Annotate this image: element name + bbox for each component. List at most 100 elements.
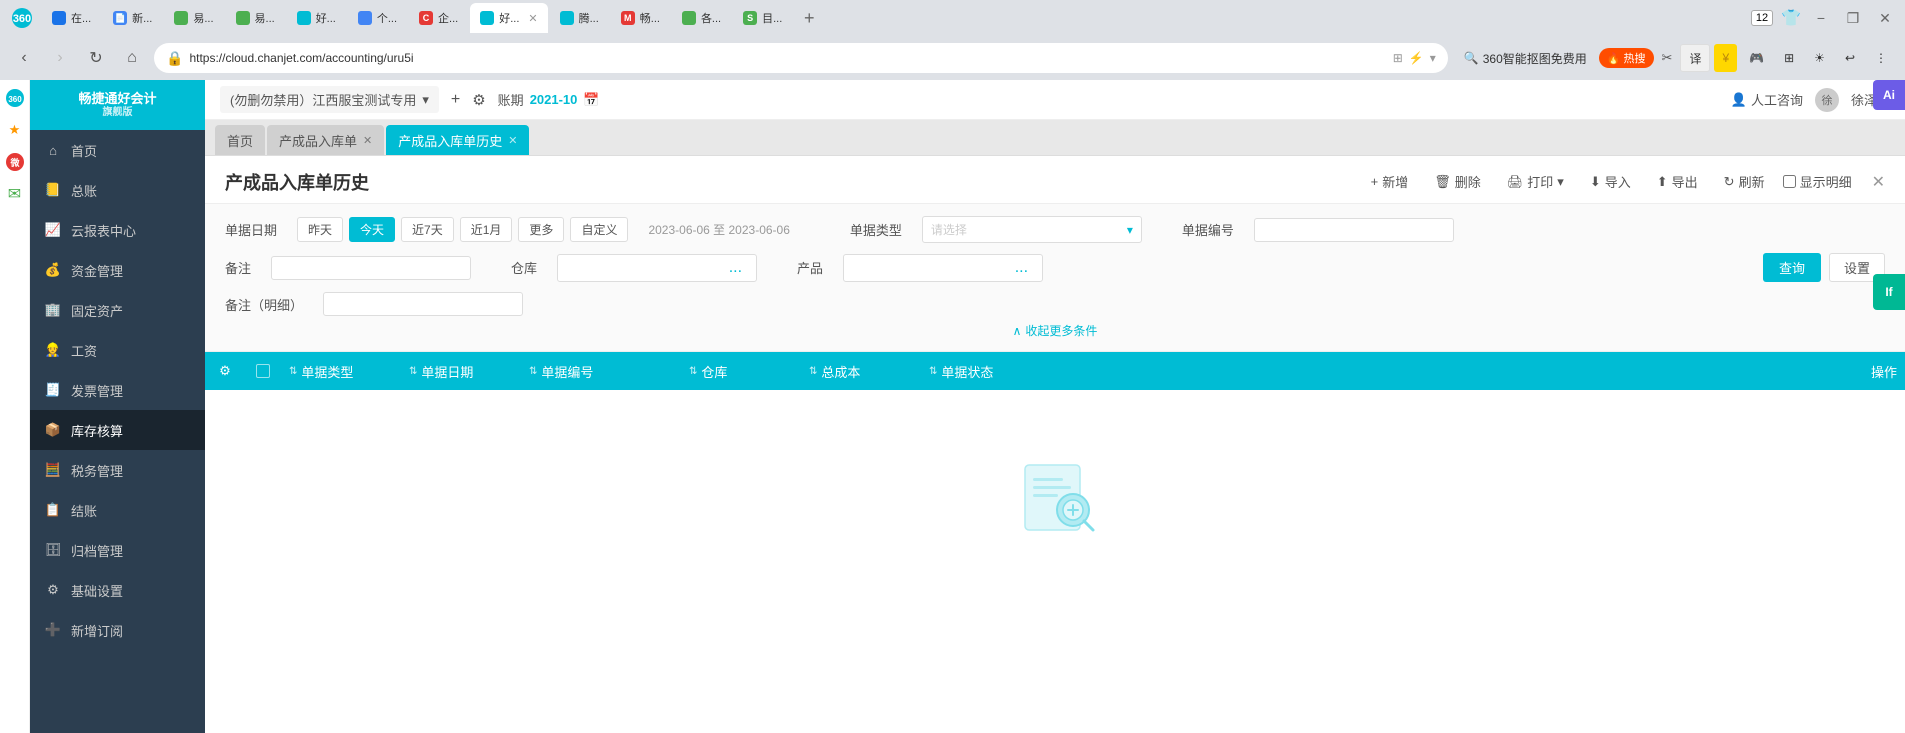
tab-12[interactable]: S 目... [733,3,792,33]
type-select-value: 请选择 [931,221,967,238]
new-button[interactable]: + 新增 [1363,168,1417,195]
sidebar-item-archive[interactable]: 🗄 归档管理 [30,530,205,570]
sidebar-item-close[interactable]: 📋 结账 [30,490,205,530]
tab-4[interactable]: 易... [226,3,285,33]
page-tab-history[interactable]: 产成品入库单历史 ✕ [386,125,529,155]
remark-detail-input[interactable] [323,292,523,316]
new-tab-button[interactable]: + [794,3,824,33]
close-button[interactable]: ✕ [1873,6,1897,30]
date-btn-today[interactable]: 今天 [349,217,395,242]
more-btn[interactable]: ⋮ [1867,44,1895,72]
warehouse-ellipsis[interactable]: ... [723,259,748,277]
tab-10[interactable]: M 畅... [611,3,670,33]
sidebar-item-tax[interactable]: 🧮 税务管理 [30,450,205,490]
undo-btn[interactable]: ↩ [1837,44,1863,72]
number-filter-input[interactable] [1254,218,1454,242]
th-number[interactable]: ⇅ 单据编号 [521,362,681,381]
print-button[interactable]: 🖨 打印 ▾ [1499,168,1572,195]
refresh-button[interactable]: ↻ [82,44,110,72]
mail-icon[interactable]: ✉ [3,182,27,206]
page-tab-list[interactable]: 产成品入库单 ✕ [267,125,384,155]
ai-button[interactable]: Ai [1873,80,1905,110]
browser-logo[interactable]: 360 [8,4,36,32]
sidebar-item-reports[interactable]: 📈 云报表中心 [30,210,205,250]
type-select[interactable]: 请选择 ▾ [922,216,1142,243]
date-btn-more[interactable]: 更多 [518,217,564,242]
sidebar-item-settings[interactable]: ⚙ 基础设置 [30,570,205,610]
theme-btn[interactable]: ☀ [1806,44,1833,72]
th-check[interactable] [245,364,281,378]
sidebar-item-payroll[interactable]: 👷 工资 [30,330,205,370]
search-toolbar-btn[interactable]: 🔍 360智能抠图免费用 [1456,44,1595,72]
page-tab-list-close[interactable]: ✕ [363,134,372,147]
star-icon[interactable]: ★ [3,118,27,142]
user-service-button[interactable]: 👤 人工咨询 [1731,90,1803,109]
tab-8-close[interactable]: ✕ [528,12,537,25]
add-company-button[interactable]: + [451,91,460,109]
delete-button[interactable]: 🗑 删除 [1426,168,1489,195]
minimize-button[interactable]: − [1809,6,1833,30]
if-button[interactable]: If [1873,274,1905,310]
company-selector[interactable]: (勿删勿禁用）江西服宝测试专用 ▾ [220,86,439,113]
th-status[interactable]: ⇅ 单据状态 [921,362,1061,381]
tab-11[interactable]: 各... [672,3,731,33]
topbar-settings-icon[interactable]: ⚙ [472,91,485,109]
sidebar-item-inventory[interactable]: 📦 库存核算 [30,410,205,450]
back-button[interactable]: ‹ [10,44,38,72]
select-all-checkbox[interactable] [256,364,270,378]
dropdown-icon[interactable]: ▾ [1430,51,1436,65]
calendar-icon[interactable]: 📅 [583,92,599,108]
yuan-btn[interactable]: ¥ [1714,44,1737,72]
tab-1[interactable]: 在... [42,3,101,33]
hot-search-badge[interactable]: 🔥 热搜 [1599,48,1654,68]
sidebar-item-home[interactable]: ⌂ 首页 [30,130,205,170]
import-button[interactable]: ⬇ 导入 [1582,168,1639,195]
th-cost[interactable]: ⇅ 总成本 [801,362,921,381]
tab-6[interactable]: 个... [348,3,407,33]
sidebar-item-fund[interactable]: 💰 资金管理 [30,250,205,290]
date-btn-yesterday[interactable]: 昨天 [297,217,343,242]
sidebar-item-invoice[interactable]: 🧾 发票管理 [30,370,205,410]
product-select[interactable]: ... [843,254,1043,282]
home-button[interactable]: ⌂ [118,44,146,72]
sidebar-item-ledger[interactable]: 📒 总账 [30,170,205,210]
main-layout: 360 ★ 微 ✉ 畅捷通好会计 旗舰版 ⌂ 首页 📒 总账 📈 [0,80,1905,733]
tab-3[interactable]: 易... [164,3,223,33]
collapse-button[interactable]: ∧ 收起更多条件 [225,322,1885,339]
360-icon[interactable]: 360 [3,86,27,110]
game-btn[interactable]: 🎮 [1741,44,1772,72]
restore-button[interactable]: ❐ [1841,6,1865,30]
page-tab-home[interactable]: 首页 [215,125,265,155]
tab-2[interactable]: 📄 新... [103,3,162,33]
th-settings-icon: ⚙ [219,363,231,379]
grid-view-btn[interactable]: ⊞ [1776,44,1802,72]
print-dropdown-icon[interactable]: ▾ [1557,174,1564,190]
th-warehouse[interactable]: ⇅ 仓库 [681,362,801,381]
refresh-button[interactable]: ↻ 刷新 [1716,168,1773,195]
query-button[interactable]: 查询 [1763,253,1821,282]
display-detail-checkbox[interactable] [1783,175,1796,188]
page-tab-history-close[interactable]: ✕ [508,134,517,147]
date-btn-1month[interactable]: 近1月 [460,217,513,242]
th-type[interactable]: ⇅ 单据类型 [281,362,401,381]
warehouse-select[interactable]: ... [557,254,757,282]
export-button[interactable]: ⬆ 导出 [1649,168,1706,195]
forward-button[interactable]: › [46,44,74,72]
date-btn-7days[interactable]: 近7天 [401,217,454,242]
tab-9[interactable]: 腾... [550,3,609,33]
sidebar-item-assets[interactable]: 🏢 固定资产 [30,290,205,330]
tab-8-active[interactable]: 好... ✕ [470,3,547,33]
tab-7[interactable]: C 企... [409,3,468,33]
address-box[interactable]: 🔒 https://cloud.chanjet.com/accounting/u… [154,43,1448,73]
product-ellipsis[interactable]: ... [1009,259,1034,277]
weibo-icon[interactable]: 微 [3,150,27,174]
sidebar-item-subscribe[interactable]: ➕ 新增订阅 [30,610,205,650]
date-btn-custom[interactable]: 自定义 [570,217,628,242]
th-date[interactable]: ⇅ 单据日期 [401,362,521,381]
th-settings[interactable]: ⚙ [205,363,245,379]
tab-5[interactable]: 好... [287,3,346,33]
user-avatar[interactable]: 徐 [1815,88,1839,112]
remark-filter-input[interactable] [271,256,471,280]
translate-btn[interactable]: 译 [1680,44,1710,72]
sidebar-label-tax: 税务管理 [71,461,123,480]
